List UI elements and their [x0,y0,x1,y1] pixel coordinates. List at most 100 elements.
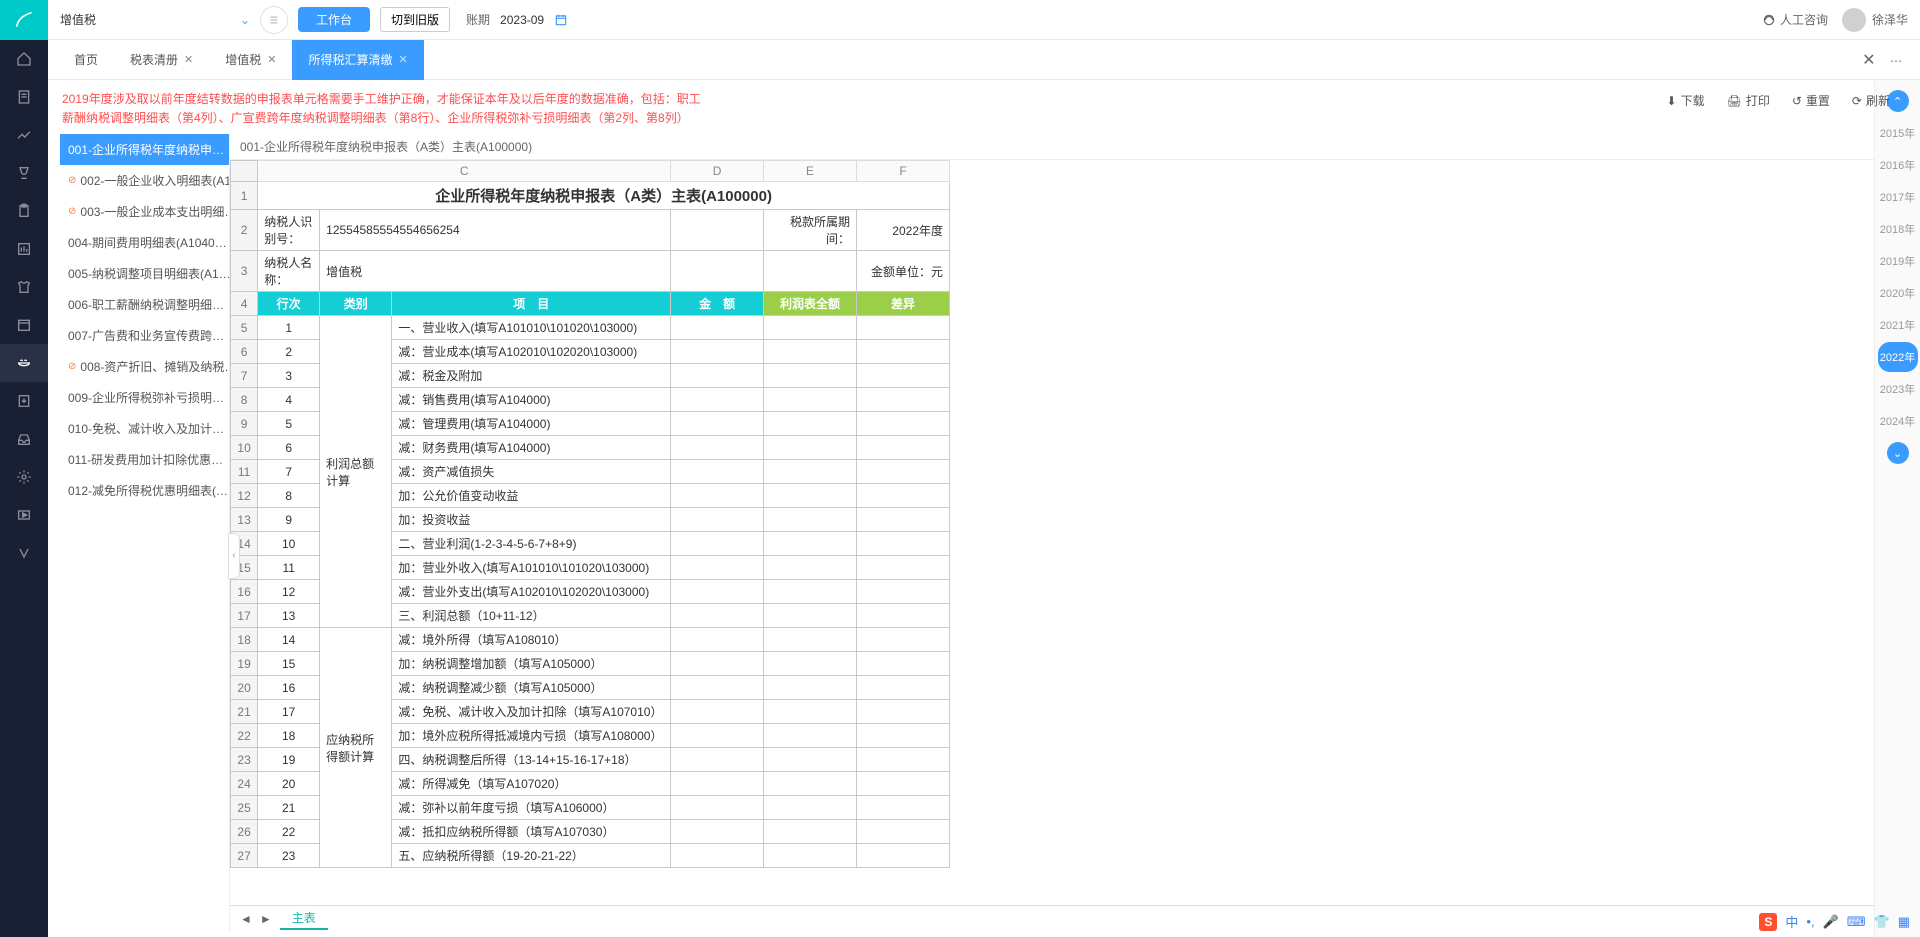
year-down-icon[interactable]: ⌄ [1887,442,1909,464]
cell-amount[interactable] [671,580,764,604]
cell-diff[interactable] [857,676,950,700]
nav-home-icon[interactable] [0,40,48,78]
reset-button[interactable]: ↺ 重置 [1792,92,1830,109]
form-item[interactable]: 010-免税、减计收入及加计… [60,413,229,444]
cell-diff[interactable] [857,724,950,748]
list-toggle-button[interactable] [260,6,288,34]
form-item[interactable]: 001-企业所得税年度纳税申… [60,134,229,165]
nav-report-icon[interactable] [0,230,48,268]
cell-amount[interactable] [671,700,764,724]
cell-diff[interactable] [857,436,950,460]
refresh-button[interactable]: ⟳ 刷新 [1852,92,1890,109]
year-2022年[interactable]: 2022年 [1878,342,1918,372]
cell-amount[interactable] [671,460,764,484]
nav-money-icon[interactable] [0,154,48,192]
period-value[interactable]: 2023-09 [500,13,544,27]
cell-amount[interactable] [671,364,764,388]
cell-diff[interactable] [857,628,950,652]
cell-pl[interactable] [764,628,857,652]
nav-v-icon[interactable] [0,534,48,572]
cell-pl[interactable] [764,388,857,412]
cell-amount[interactable] [671,532,764,556]
cell-pl[interactable] [764,844,857,868]
cell-pl[interactable] [764,772,857,796]
cell-amount[interactable] [671,628,764,652]
form-item[interactable]: 005-纳税调整项目明细表(A1… [60,258,229,289]
cell-amount[interactable] [671,844,764,868]
form-item[interactable]: 006-职工薪酬纳税调整明细… [60,289,229,320]
print-button[interactable]: 🖨 打印 [1727,92,1770,109]
company-select[interactable]: 增值税 ⌄ [60,11,250,28]
cell-diff[interactable] [857,748,950,772]
nav-chart-icon[interactable] [0,116,48,154]
tab-税表清册[interactable]: 税表清册✕ [114,40,209,80]
collapse-handle[interactable]: ‹ [228,533,240,579]
cell-pl[interactable] [764,700,857,724]
form-item[interactable]: 011-研发费用加计扣除优惠… [60,444,229,475]
year-2024年[interactable]: 2024年 [1878,406,1918,436]
tab-所得税汇算清缴[interactable]: 所得税汇算清缴✕ [292,40,423,80]
form-item[interactable]: 009-企业所得税弥补亏损明… [60,382,229,413]
sheet-tab-main[interactable]: 主表 [280,907,328,930]
calendar-icon[interactable] [554,13,568,27]
nav-calendar-icon[interactable] [0,306,48,344]
cell-diff[interactable] [857,412,950,436]
nav-tshirt-icon[interactable] [0,268,48,306]
cell-pl[interactable] [764,436,857,460]
ime-logo-icon[interactable]: S [1759,913,1777,931]
cell-diff[interactable] [857,796,950,820]
ime-skin-icon[interactable]: 👕 [1874,914,1890,930]
cell-pl[interactable] [764,724,857,748]
year-2016年[interactable]: 2016年 [1878,150,1918,180]
cell-diff[interactable] [857,340,950,364]
year-2015年[interactable]: 2015年 [1878,118,1918,148]
cell-diff[interactable] [857,652,950,676]
nav-clipboard-icon[interactable] [0,192,48,230]
cell-amount[interactable] [671,676,764,700]
sheet-tab-next[interactable]: ► [260,912,272,926]
cell-diff[interactable] [857,388,950,412]
cell-amount[interactable] [671,436,764,460]
cell-pl[interactable] [764,796,857,820]
form-item[interactable]: 007-广告费和业务宣传费跨… [60,320,229,351]
form-item[interactable]: ⊘002-一般企业收入明细表(A1… [60,165,229,196]
tab-首页[interactable]: 首页 [58,40,114,80]
cell-diff[interactable] [857,844,950,868]
cell-diff[interactable] [857,532,950,556]
cell-diff[interactable] [857,508,950,532]
close-icon[interactable]: ✕ [184,53,193,66]
cell-diff[interactable] [857,316,950,340]
grid[interactable]: CDEF1企业所得税年度纳税申报表（A类）主表(A100000)2纳税人识别号：… [230,160,1874,905]
cell-pl[interactable] [764,508,857,532]
year-2023年[interactable]: 2023年 [1878,374,1918,404]
cell-amount[interactable] [671,604,764,628]
cell-amount[interactable] [671,340,764,364]
form-item[interactable]: 004-期间费用明细表(A1040… [60,227,229,258]
cell-amount[interactable] [671,772,764,796]
cell-amount[interactable] [671,316,764,340]
cell-pl[interactable] [764,820,857,844]
cell-pl[interactable] [764,484,857,508]
close-icon[interactable]: ✕ [267,53,276,66]
form-item[interactable]: 012-减免所得税优惠明细表(… [60,475,229,506]
cell-amount[interactable] [671,508,764,532]
nav-video-icon[interactable] [0,496,48,534]
cell-amount[interactable] [671,484,764,508]
cell-pl[interactable] [764,412,857,436]
cell-diff[interactable] [857,772,950,796]
tab-增值税[interactable]: 增值税✕ [209,40,292,80]
cell-pl[interactable] [764,532,857,556]
download-button[interactable]: ⬇ 下载 [1667,92,1705,109]
cell-diff[interactable] [857,364,950,388]
cell-diff[interactable] [857,580,950,604]
cell-diff[interactable] [857,484,950,508]
cell-pl[interactable] [764,460,857,484]
nav-inbox-icon[interactable] [0,420,48,458]
cell-diff[interactable] [857,820,950,844]
year-2021年[interactable]: 2021年 [1878,310,1918,340]
switch-old-button[interactable]: 切到旧版 [380,7,450,32]
ime-mic-icon[interactable]: 🎤 [1823,914,1839,930]
form-item[interactable]: ⊘003-一般企业成本支出明细… [60,196,229,227]
cell-pl[interactable] [764,676,857,700]
cell-amount[interactable] [671,412,764,436]
